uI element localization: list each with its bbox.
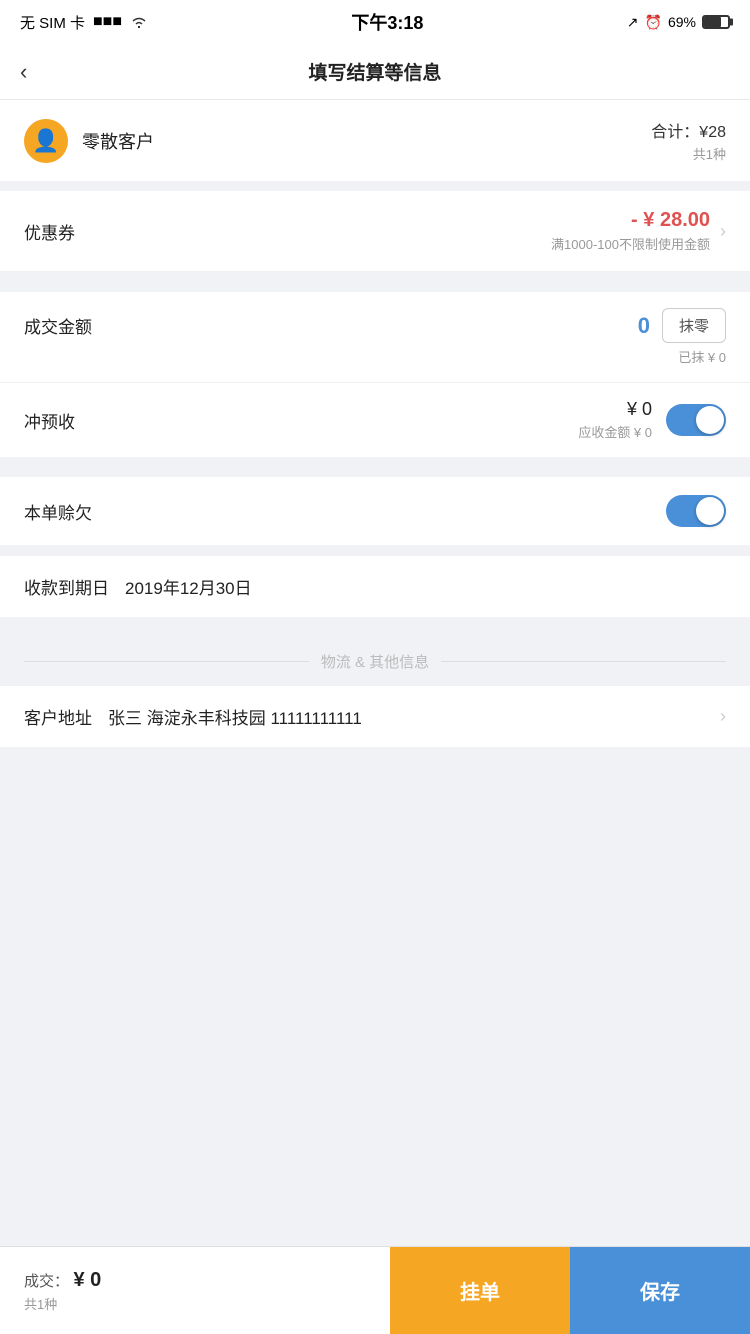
divider-line-right [441, 661, 726, 662]
prepay-amount: ¥ 0 [578, 399, 652, 420]
bottom-trade-label: 成交： [24, 1273, 69, 1290]
wifi-icon: ■■■ [93, 13, 122, 31]
customer-row: 👤 零散客户 合计：¥28 共1种 [0, 100, 750, 181]
customer-total: 合计：¥28 共1种 [651, 118, 726, 163]
divider-line-left [24, 661, 309, 662]
due-label: 收款到期日 [24, 574, 109, 599]
bottom-trade-row: 成交： ¥ 0 [24, 1269, 366, 1292]
status-right: ↗ ⏰ 69% [627, 14, 730, 31]
trade-amount-section: 成交金额 0 抹零 已抹 ¥ 0 [0, 292, 750, 383]
battery-percent: 69% [668, 14, 696, 30]
address-value: 张三 海淀永丰科技园 11111111111 [108, 704, 362, 729]
trade-input-area: 0 抹零 [638, 308, 726, 343]
status-time: 下午3:18 [351, 9, 423, 35]
coupon-values: - ¥ 28.00 满1000-100不限制使用金额 [551, 209, 710, 253]
back-button[interactable]: ‹ [20, 59, 27, 85]
coupon-amount: - ¥ 28.00 [551, 209, 710, 232]
address-label: 客户地址 [24, 704, 92, 729]
status-bar: 无 SIM 卡 ■■■ 下午3:18 ↗ ⏰ 69% [0, 0, 750, 44]
address-chevron-icon: › [720, 706, 726, 727]
customer-avatar: 👤 [24, 119, 68, 163]
save-button[interactable]: 保存 [570, 1247, 750, 1334]
bottom-trade-amount: ¥ 0 [73, 1269, 101, 1291]
debt-toggle[interactable] [666, 495, 726, 527]
status-left: 无 SIM 卡 ■■■ [20, 12, 148, 33]
prepay-row: 冲预收 ¥ 0 应收金额 ¥ 0 [24, 399, 726, 441]
trade-amount-label: 成交金额 [24, 313, 92, 338]
debt-section: 本单赊欠 [0, 477, 750, 545]
empty-space [0, 757, 750, 957]
logistics-label: 物流 & 其他信息 [321, 651, 429, 672]
bottom-count: 共1种 [24, 1294, 366, 1313]
nav-bar: ‹ 填写结算等信息 [0, 44, 750, 100]
trade-sub-text: 已抹 ¥ 0 [24, 347, 726, 366]
prepay-toggle[interactable] [666, 404, 726, 436]
prepay-section: 冲预收 ¥ 0 应收金额 ¥ 0 [0, 383, 750, 457]
prepay-values: ¥ 0 应收金额 ¥ 0 [578, 399, 652, 441]
coupon-right: - ¥ 28.00 满1000-100不限制使用金额 › [551, 209, 726, 253]
trade-row: 成交金额 0 抹零 [24, 308, 726, 343]
customer-count: 共1种 [651, 144, 726, 163]
prepay-sub: 应收金额 ¥ 0 [578, 422, 652, 441]
bottom-summary: 成交： ¥ 0 共1种 [0, 1269, 390, 1313]
wifi-signal-icon [130, 15, 148, 29]
address-section[interactable]: 客户地址 张三 海淀永丰科技园 11111111111 › [0, 686, 750, 747]
page-title: 填写结算等信息 [308, 58, 441, 85]
main-content: 👤 零散客户 合计：¥28 共1种 优惠券 - ¥ 28.00 满1000-10… [0, 100, 750, 1047]
prepay-right: ¥ 0 应收金额 ¥ 0 [578, 399, 726, 441]
gap-1 [0, 282, 750, 292]
due-value[interactable]: 2019年12月30日 [125, 574, 252, 599]
coupon-desc: 满1000-100不限制使用金额 [551, 234, 710, 253]
due-date-section: 收款到期日 2019年12月30日 [0, 555, 750, 617]
coupon-chevron-icon: › [720, 221, 726, 242]
trade-amount-value[interactable]: 0 [638, 313, 650, 339]
logistics-divider: 物流 & 其他信息 [0, 637, 750, 686]
round-zero-button[interactable]: 抹零 [662, 308, 726, 343]
debt-label: 本单赊欠 [24, 499, 92, 524]
customer-info: 👤 零散客户 [24, 119, 154, 163]
alarm-icon: ⏰ [645, 14, 662, 31]
avatar-icon: 👤 [32, 128, 59, 154]
total-label: 合计：¥28 [651, 118, 726, 142]
hang-button[interactable]: 挂单 [390, 1247, 570, 1334]
debt-toggle-knob [696, 497, 724, 525]
hang-button-label: 挂单 [460, 1276, 500, 1305]
gap-2 [0, 467, 750, 477]
customer-name: 零散客户 [82, 128, 154, 154]
coupon-row[interactable]: 优惠券 - ¥ 28.00 满1000-100不限制使用金额 › [0, 191, 750, 272]
gap-3 [0, 627, 750, 637]
carrier-text: 无 SIM 卡 [20, 12, 85, 33]
prepay-label: 冲预收 [24, 408, 75, 433]
address-left: 客户地址 张三 海淀永丰科技园 11111111111 [24, 704, 362, 729]
location-icon: ↗ [627, 14, 639, 31]
bottom-bar: 成交： ¥ 0 共1种 挂单 保存 [0, 1246, 750, 1334]
toggle-knob [696, 406, 724, 434]
battery-icon [702, 15, 730, 29]
save-button-label: 保存 [640, 1276, 680, 1305]
coupon-label: 优惠券 [24, 219, 75, 244]
